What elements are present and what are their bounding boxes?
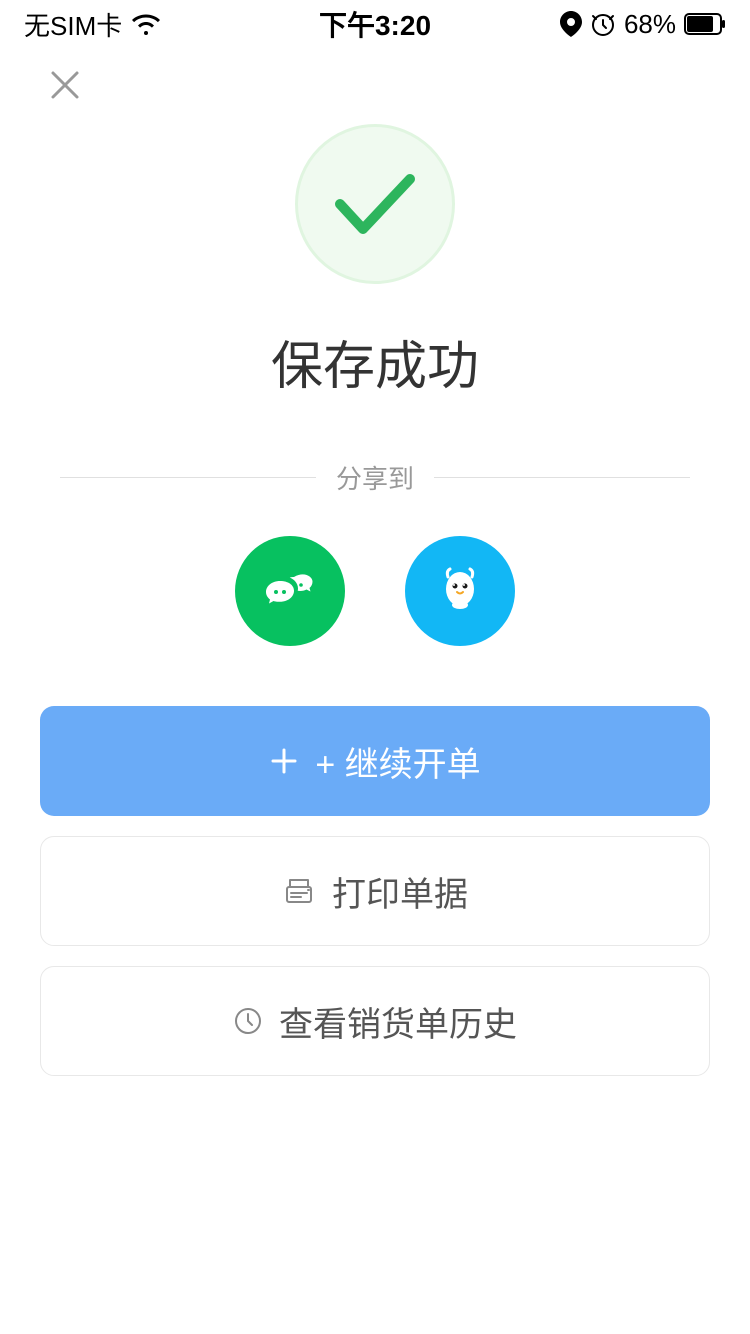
battery-icon bbox=[684, 13, 726, 35]
qq-share-button[interactable] bbox=[405, 536, 515, 646]
status-right-icons: 68% bbox=[560, 9, 726, 40]
plus-icon bbox=[269, 746, 299, 776]
action-buttons: + 继续开单 打印单据 查看销 bbox=[0, 706, 750, 1076]
location-icon bbox=[560, 11, 582, 37]
printer-icon bbox=[282, 876, 316, 906]
status-bar: 无SIM卡 下午3:20 68% bbox=[0, 0, 750, 44]
continue-button[interactable]: + 继续开单 bbox=[40, 706, 710, 816]
success-icon-circle bbox=[295, 124, 455, 284]
wechat-share-button[interactable] bbox=[235, 536, 345, 646]
qq-icon bbox=[428, 559, 492, 623]
status-time: 下午3:20 bbox=[319, 4, 431, 44]
continue-button-label: + 继续开单 bbox=[315, 737, 480, 786]
history-button[interactable]: 查看销货单历史 bbox=[40, 966, 710, 1076]
status-carrier: 无SIM卡 bbox=[24, 6, 162, 43]
share-divider-text: 分享到 bbox=[336, 459, 414, 496]
wifi-icon bbox=[130, 12, 162, 36]
main-content: 保存成功 分享到 bbox=[0, 44, 750, 1334]
print-button-label: 打印单据 bbox=[332, 867, 468, 916]
divider-line-right bbox=[434, 477, 690, 478]
share-divider: 分享到 bbox=[0, 459, 750, 496]
clock-icon bbox=[233, 1006, 263, 1036]
wechat-icon bbox=[258, 559, 322, 623]
divider-line-left bbox=[60, 477, 316, 478]
success-title: 保存成功 bbox=[271, 324, 479, 399]
share-section: 分享到 bbox=[0, 459, 750, 646]
print-button[interactable]: 打印单据 bbox=[40, 836, 710, 946]
close-button[interactable] bbox=[40, 60, 90, 110]
checkmark-icon bbox=[335, 174, 415, 234]
battery-percentage: 68% bbox=[624, 9, 676, 40]
share-icons-row bbox=[235, 536, 515, 646]
history-button-label: 查看销货单历史 bbox=[279, 997, 517, 1046]
alarm-icon bbox=[590, 11, 616, 37]
